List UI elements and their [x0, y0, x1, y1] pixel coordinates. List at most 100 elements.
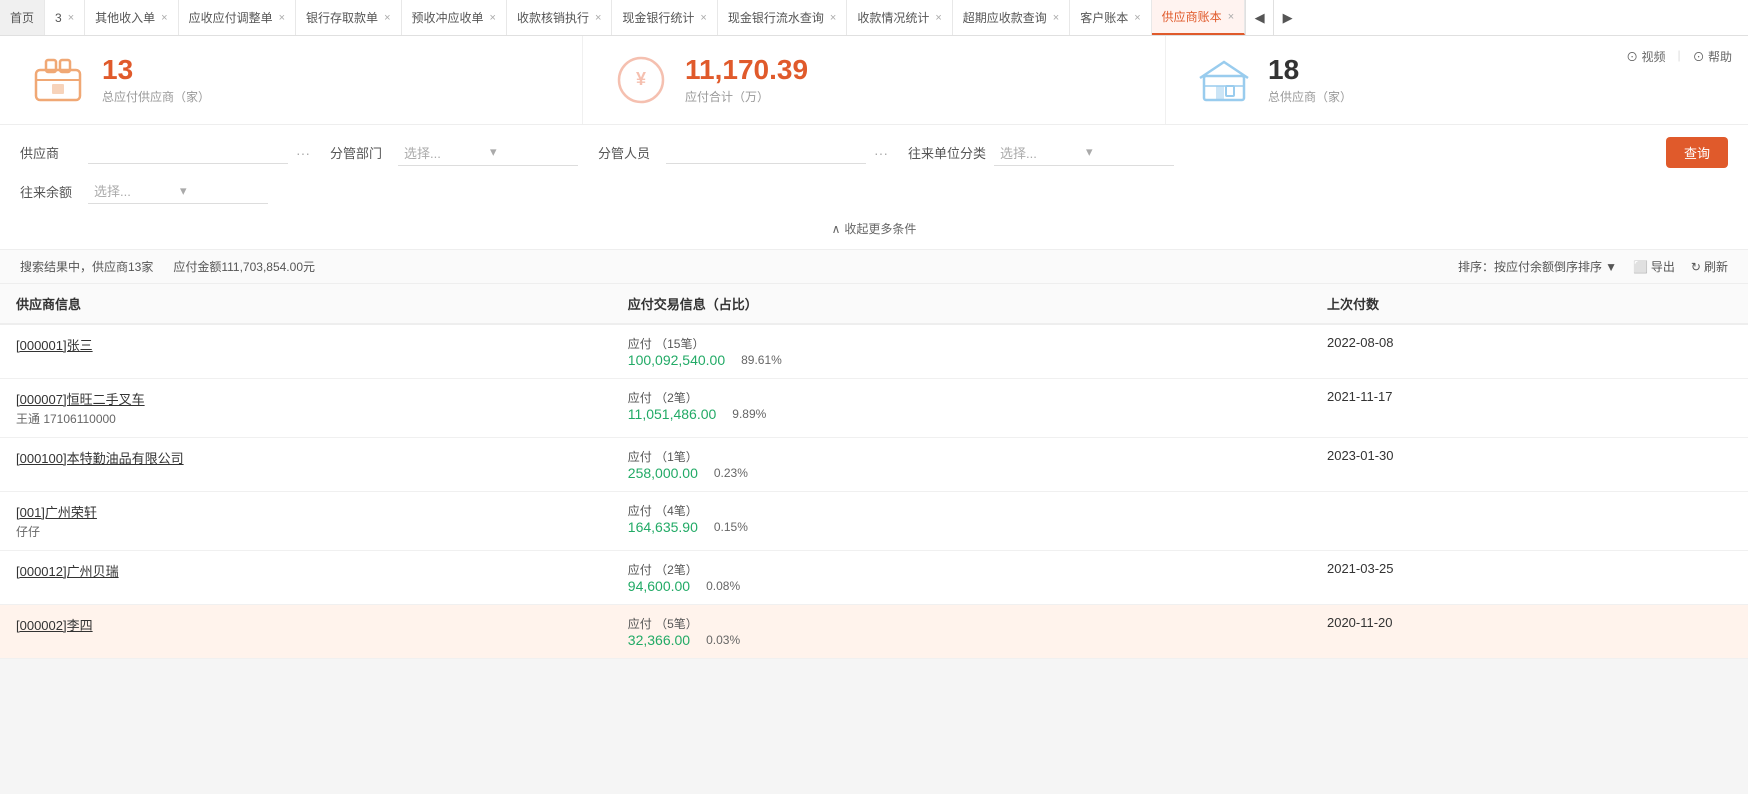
table-header-row: 供应商信息 应付交易信息（占比） 上次付数 — [0, 284, 1748, 324]
supplier-link[interactable]: [000001]张三 — [16, 338, 93, 353]
last-payment-cell — [1311, 492, 1748, 551]
nav-tab-overdue-close[interactable]: × — [1053, 12, 1059, 24]
person-filter: 分管人员 ··· — [598, 142, 888, 164]
nav-tab-customer-ledger-label: 客户账本 — [1080, 9, 1128, 26]
unit-class-filter: 往来单位分类 选择... ▾ — [908, 140, 1174, 166]
table-row: [000007]恒旺二手叉车王通 17106110000应付 （2笔）11,05… — [0, 379, 1748, 438]
svg-text:¥: ¥ — [636, 69, 646, 89]
top-nav: 首页 3 × 其他收入单 × 应收应付调整单 × 银行存取款单 × 预收冲应收单… — [0, 0, 1748, 36]
nav-tab-home[interactable]: 首页 — [0, 0, 45, 35]
refresh-icon: ↻ — [1691, 260, 1701, 274]
balance-dropdown-icon: ▾ — [180, 183, 262, 199]
nav-tab-supplier-ledger-close[interactable]: × — [1228, 11, 1234, 23]
nav-tab-bank[interactable]: 银行存取款单 × — [296, 0, 401, 35]
person-dots-icon[interactable]: ··· — [874, 145, 888, 161]
unit-class-select[interactable]: 选择... ▾ — [994, 140, 1174, 166]
supplier-sub-info: 仔仔 — [16, 523, 596, 540]
balance-select[interactable]: 选择... ▾ — [88, 178, 268, 204]
video-link[interactable]: ⊙ 视频 — [1626, 48, 1665, 65]
collapse-label: 收起更多条件 — [844, 220, 916, 237]
summary-bar: 13 总应付供应商（家） ¥ 11,170.39 应付合计（万） 1 — [0, 36, 1748, 125]
payable-amount-value: 94,600.00 — [628, 578, 690, 594]
nav-tab-receipt-stat-label: 收款情况统计 — [857, 9, 929, 26]
person-input[interactable] — [666, 142, 866, 164]
nav-tab-prepay-close[interactable]: × — [490, 12, 496, 24]
nav-tab-prepay[interactable]: 预收冲应收单 × — [402, 0, 507, 35]
nav-tab-customer-ledger[interactable]: 客户账本 × — [1070, 0, 1151, 35]
export-label: 导出 — [1651, 258, 1675, 275]
department-filter-label: 分管部门 — [330, 143, 390, 162]
amount-percentage: 9.89% — [732, 407, 766, 421]
store-icon — [1196, 52, 1252, 108]
balance-filter-label: 往来余额 — [20, 182, 80, 201]
department-filter: 分管部门 选择... ▾ — [330, 140, 578, 166]
nav-tab-home-label: 首页 — [10, 9, 34, 26]
summary-actions: ⊙ 视频 | ⊙ 帮助 — [1626, 48, 1732, 65]
pay-label: 应付 （5笔） — [628, 615, 1295, 632]
transaction-info-cell: 应付 （4笔）164,635.900.15% — [612, 492, 1311, 551]
payable-amount-num: 11,170.39 — [685, 56, 808, 84]
nav-tab-prepay-label: 预收冲应收单 — [412, 9, 484, 26]
supplier-link[interactable]: [000100]本特勤油品有限公司 — [16, 451, 184, 466]
last-payment-cell: 2020-11-20 — [1311, 605, 1748, 659]
nav-tab-adjustment-close[interactable]: × — [279, 12, 285, 24]
transaction-info-cell: 应付 （1笔）258,000.000.23% — [612, 438, 1311, 492]
transaction-info-cell: 应付 （2笔）94,600.000.08% — [612, 551, 1311, 605]
payable-amount-value: 11,051,486.00 — [628, 406, 717, 422]
nav-tab-cash-stat[interactable]: 现金银行统计 × — [612, 0, 717, 35]
supplier-dots-icon[interactable]: ··· — [296, 145, 310, 161]
refresh-button[interactable]: ↻ 刷新 — [1691, 258, 1728, 275]
sort-control[interactable]: 排序：按应付余额倒序排序 ▼ — [1458, 258, 1617, 275]
department-select[interactable]: 选择... ▾ — [398, 140, 578, 166]
nav-tab-overdue[interactable]: 超期应收款查询 × — [953, 0, 1070, 35]
export-icon: ⬜ — [1633, 260, 1648, 274]
table-row: [000100]本特勤油品有限公司 应付 （1笔）258,000.000.23%2… — [0, 438, 1748, 492]
result-amount: 应付金额111,703,854.00元 — [173, 258, 315, 275]
payable-amount-value: 32,366.00 — [628, 632, 690, 648]
amount-percentage: 0.23% — [714, 466, 748, 480]
nav-left-arrow[interactable]: ◀ — [1245, 0, 1273, 35]
help-link[interactable]: ⊙ 帮助 — [1693, 48, 1732, 65]
nav-tab-3-label: 3 — [55, 11, 62, 25]
table-row: [000001]张三应付 （15笔）100,092,540.0089.61%20… — [0, 324, 1748, 379]
supplier-input[interactable] — [88, 142, 288, 164]
last-payment-cell: 2023-01-30 — [1311, 438, 1748, 492]
nav-tab-cash-stat-close[interactable]: × — [700, 12, 706, 24]
nav-tab-receipt-close[interactable]: × — [595, 12, 601, 24]
pay-label: 应付 （4笔） — [628, 502, 1295, 519]
sort-arrow-icon: ▼ — [1605, 260, 1617, 274]
nav-tab-other-income-close[interactable]: × — [161, 12, 167, 24]
nav-right-arrow[interactable]: ▶ — [1273, 0, 1301, 35]
nav-tab-customer-ledger-close[interactable]: × — [1134, 12, 1140, 24]
nav-tab-supplier-ledger-label: 供应商账本 — [1162, 8, 1222, 25]
supplier-link[interactable]: [001]广州荣轩 — [16, 505, 97, 520]
supplier-link[interactable]: [000007]恒旺二手叉车 — [16, 392, 145, 407]
nav-tab-3[interactable]: 3 × — [45, 0, 85, 35]
payable-amount-label: 应付合计（万） — [685, 88, 808, 105]
supplier-sub-info: 王通 17106110000 — [16, 410, 596, 427]
query-button[interactable]: 查询 — [1666, 137, 1728, 168]
supplier-link[interactable]: [000012]广州贝瑞 — [16, 564, 119, 579]
nav-tab-cash-flow[interactable]: 现金银行流水查询 × — [718, 0, 847, 35]
nav-tab-bank-close[interactable]: × — [384, 12, 390, 24]
supplier-info-cell: [000012]广州贝瑞 — [0, 551, 612, 605]
nav-tab-cash-flow-label: 现金银行流水查询 — [728, 9, 824, 26]
summary-card-payable-suppliers: 13 总应付供应商（家） — [0, 36, 583, 124]
transaction-info-cell: 应付 （15笔）100,092,540.0089.61% — [612, 324, 1311, 379]
nav-tab-cash-flow-close[interactable]: × — [830, 12, 836, 24]
nav-tab-receipt[interactable]: 收款核销执行 × — [507, 0, 612, 35]
person-filter-label: 分管人员 — [598, 143, 658, 162]
nav-tab-receipt-stat[interactable]: 收款情况统计 × — [847, 0, 952, 35]
nav-tab-other-income[interactable]: 其他收入单 × — [85, 0, 178, 35]
nav-tab-other-income-label: 其他收入单 — [95, 9, 155, 26]
nav-tab-supplier-ledger[interactable]: 供应商账本 × — [1152, 0, 1245, 35]
nav-tab-adjustment[interactable]: 应收应付调整单 × — [179, 0, 296, 35]
summary-total-text: 18 总供应商（家） — [1268, 56, 1352, 105]
nav-tab-receipt-stat-close[interactable]: × — [935, 12, 941, 24]
collapse-button[interactable]: ∧ 收起更多条件 — [20, 214, 1728, 237]
col-supplier-info: 供应商信息 — [0, 284, 612, 324]
filter-bar: 供应商 ··· 分管部门 选择... ▾ 分管人员 ··· 往来单位分类 选择.… — [0, 125, 1748, 250]
export-button[interactable]: ⬜ 导出 — [1633, 258, 1675, 275]
nav-tab-3-close[interactable]: × — [68, 12, 74, 24]
supplier-link[interactable]: [000002]李四 — [16, 618, 93, 633]
